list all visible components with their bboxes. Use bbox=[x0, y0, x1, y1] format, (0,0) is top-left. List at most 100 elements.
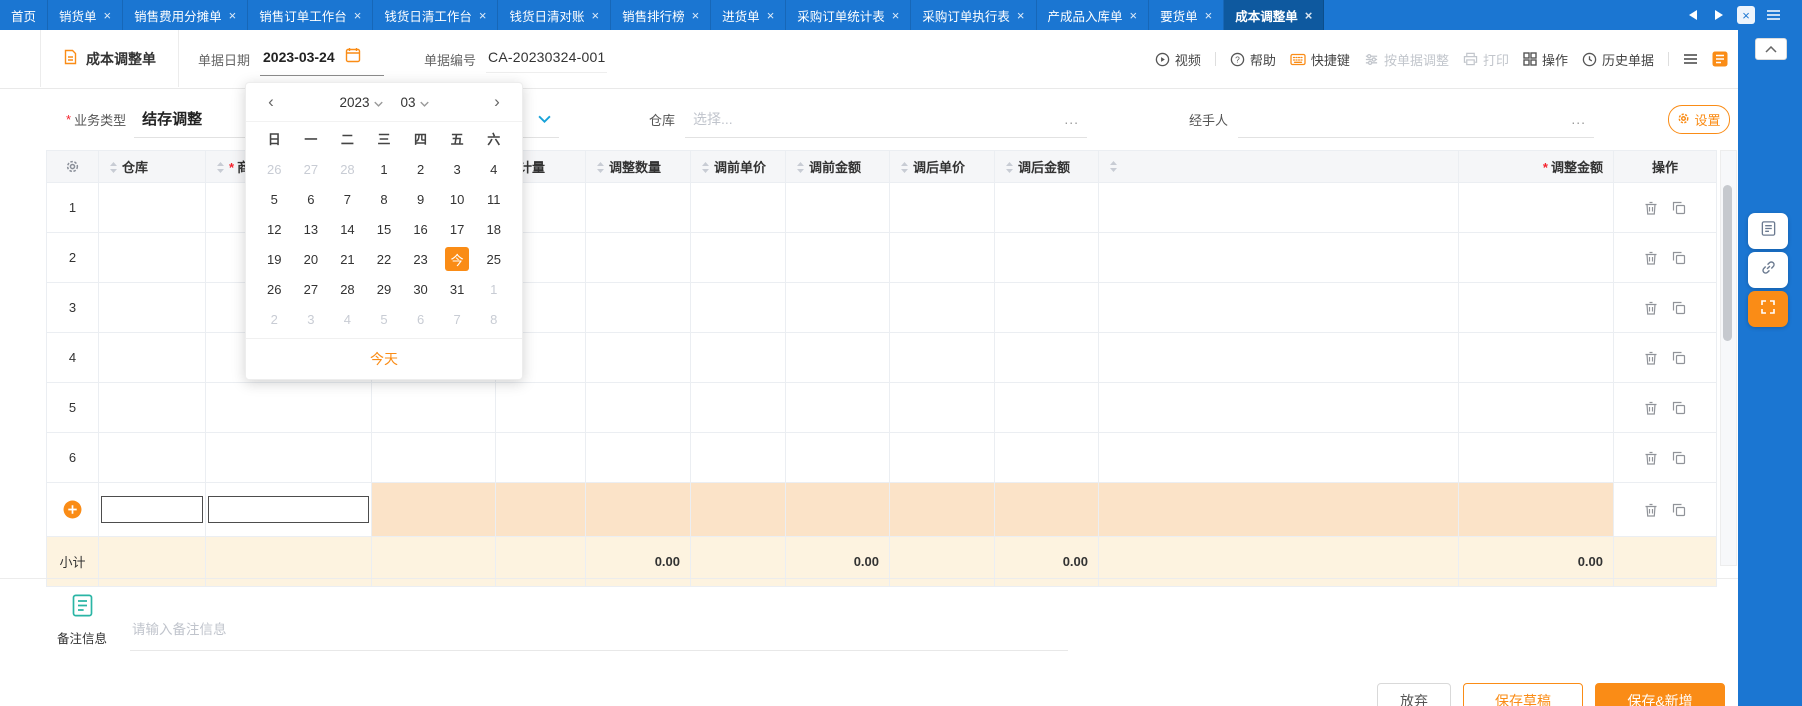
arrow-left-icon[interactable] bbox=[1680, 0, 1706, 30]
calendar-day[interactable]: 30 bbox=[402, 274, 439, 304]
calendar-day[interactable]: 8 bbox=[475, 304, 512, 334]
toolbar-action[interactable]: 操作 bbox=[1523, 50, 1568, 69]
top-tab[interactable]: 进货单 × bbox=[711, 0, 787, 30]
cell-before_amount[interactable] bbox=[785, 382, 890, 433]
next-month-button[interactable]: › bbox=[486, 92, 508, 112]
top-tab[interactable]: 销售订单工作台 × bbox=[248, 0, 374, 30]
cell-warehouse[interactable] bbox=[98, 382, 206, 433]
calendar-day[interactable]: 8 bbox=[366, 184, 403, 214]
col-header-after_amount[interactable]: 调后金额 bbox=[994, 150, 1099, 183]
tab-close-icon[interactable]: × bbox=[1130, 9, 1138, 22]
calendar-day[interactable]: 1 bbox=[366, 154, 403, 184]
top-tab[interactable]: 钱货日清工作台 × bbox=[373, 0, 499, 30]
delete-row-icon[interactable] bbox=[1644, 251, 1658, 266]
delete-row-icon[interactable] bbox=[1644, 351, 1658, 366]
cell-after_amount[interactable] bbox=[994, 382, 1099, 433]
cell-adjust_qty[interactable] bbox=[585, 382, 691, 433]
cell-adjust_qty[interactable] bbox=[585, 182, 691, 233]
add-row-button[interactable] bbox=[63, 500, 82, 519]
calendar-day[interactable]: 6 bbox=[293, 184, 330, 214]
cell-adjust_qty[interactable] bbox=[585, 282, 691, 333]
scrollbar-thumb[interactable] bbox=[1723, 185, 1732, 341]
cell-after_amount[interactable] bbox=[994, 282, 1099, 333]
cell-blank[interactable] bbox=[1098, 232, 1459, 283]
cell-product[interactable] bbox=[205, 382, 372, 433]
cell-warehouse[interactable] bbox=[98, 432, 206, 483]
calendar-day[interactable]: 16 bbox=[402, 214, 439, 244]
calendar-day[interactable]: 25 bbox=[475, 244, 512, 274]
calendar-day[interactable]: 26 bbox=[256, 154, 293, 184]
cell-blank[interactable] bbox=[1098, 432, 1459, 483]
chevron-down-icon[interactable] bbox=[538, 115, 551, 123]
tab-close-icon[interactable]: × bbox=[692, 9, 700, 22]
cell-warehouse[interactable] bbox=[98, 232, 206, 283]
cell-blank[interactable] bbox=[1098, 282, 1459, 333]
tab-close-icon[interactable]: × bbox=[479, 9, 487, 22]
cell-blank[interactable] bbox=[1098, 382, 1459, 433]
cell-before_amount[interactable] bbox=[785, 182, 890, 233]
calendar-day[interactable]: 29 bbox=[366, 274, 403, 304]
top-tab[interactable]: 首页 bbox=[0, 0, 49, 30]
cell-after_price[interactable] bbox=[889, 182, 995, 233]
tab-close-icon[interactable]: × bbox=[1305, 9, 1313, 22]
calendar-day[interactable]: 3 bbox=[293, 304, 330, 334]
cell-adjust_amount[interactable] bbox=[1458, 382, 1614, 433]
year-select[interactable]: 2023 bbox=[339, 95, 383, 110]
top-tab[interactable]: 销售排行榜 × bbox=[611, 0, 712, 30]
top-tab[interactable]: 产成品入库单 × bbox=[1037, 0, 1150, 30]
toolbar-action[interactable]: 视频 bbox=[1155, 50, 1201, 69]
cell-before_price[interactable] bbox=[690, 182, 786, 233]
cell-adjust_qty[interactable] bbox=[585, 432, 691, 483]
calendar-day[interactable]: 28 bbox=[329, 274, 366, 304]
cell-adjust_amount[interactable] bbox=[1458, 232, 1614, 283]
cell-warehouse[interactable] bbox=[98, 282, 206, 333]
col-header-warehouse[interactable]: 仓库 bbox=[98, 150, 206, 183]
calendar-day[interactable]: 1 bbox=[475, 274, 512, 304]
calendar-day[interactable]: 5 bbox=[366, 304, 403, 334]
calendar-day[interactable]: 10 bbox=[439, 184, 476, 214]
cell-after_amount[interactable] bbox=[994, 432, 1099, 483]
cell-before_price[interactable] bbox=[690, 332, 786, 383]
calendar-icon[interactable] bbox=[345, 47, 361, 68]
cell-after_price[interactable] bbox=[889, 232, 995, 283]
date-input[interactable]: 2023-03-24 bbox=[260, 43, 385, 76]
delete-row-icon[interactable] bbox=[1644, 301, 1658, 316]
tab-close-icon[interactable]: × bbox=[229, 9, 237, 22]
top-tab[interactable]: 销货单 × bbox=[48, 0, 124, 30]
cell-blank[interactable] bbox=[1098, 182, 1459, 233]
calendar-day[interactable]: 23 bbox=[402, 244, 439, 274]
calendar-day[interactable]: 7 bbox=[439, 304, 476, 334]
delete-row-icon[interactable] bbox=[1644, 201, 1658, 216]
cell-warehouse[interactable] bbox=[98, 182, 206, 233]
col-header-adjust_qty[interactable]: 调整数量 bbox=[585, 150, 691, 183]
delete-row-icon[interactable] bbox=[1644, 503, 1658, 518]
top-tab[interactable]: 采购订单执行表 × bbox=[911, 0, 1037, 30]
col-header-after_price[interactable]: 调后单价 bbox=[889, 150, 995, 183]
copy-row-icon[interactable] bbox=[1672, 301, 1686, 315]
top-tab[interactable]: 要货单 × bbox=[1149, 0, 1225, 30]
copy-row-icon[interactable] bbox=[1672, 451, 1686, 465]
today-button[interactable]: 今天 bbox=[246, 338, 522, 379]
close-icon[interactable]: × bbox=[1737, 6, 1755, 24]
handler-input[interactable]: ... bbox=[1238, 101, 1595, 138]
more-options-icon[interactable]: ... bbox=[1571, 111, 1586, 127]
month-select[interactable]: 03 bbox=[401, 95, 429, 110]
collapse-toolbar-button[interactable] bbox=[1755, 38, 1787, 60]
calendar-day-today[interactable]: 今 bbox=[439, 244, 476, 274]
cell-adjust_qty[interactable] bbox=[585, 332, 691, 383]
calendar-day[interactable]: 7 bbox=[329, 184, 366, 214]
calendar-day[interactable]: 27 bbox=[293, 154, 330, 184]
top-tab[interactable]: 采购订单统计表 × bbox=[786, 0, 912, 30]
cell-unit[interactable] bbox=[495, 382, 586, 433]
calendar-day[interactable]: 11 bbox=[475, 184, 512, 214]
tab-close-icon[interactable]: × bbox=[892, 9, 900, 22]
cell-warehouse[interactable] bbox=[98, 332, 206, 383]
col-header-before_amount[interactable]: 调前金额 bbox=[785, 150, 890, 183]
tab-close-icon[interactable]: × bbox=[767, 9, 775, 22]
cell-before_amount[interactable] bbox=[785, 332, 890, 383]
calendar-day[interactable]: 20 bbox=[293, 244, 330, 274]
tab-close-icon[interactable]: × bbox=[104, 9, 112, 22]
cell-after_price[interactable] bbox=[889, 282, 995, 333]
toolbar-action[interactable]: 历史单据 bbox=[1582, 50, 1654, 69]
discard-button[interactable]: 放弃 bbox=[1377, 683, 1451, 706]
